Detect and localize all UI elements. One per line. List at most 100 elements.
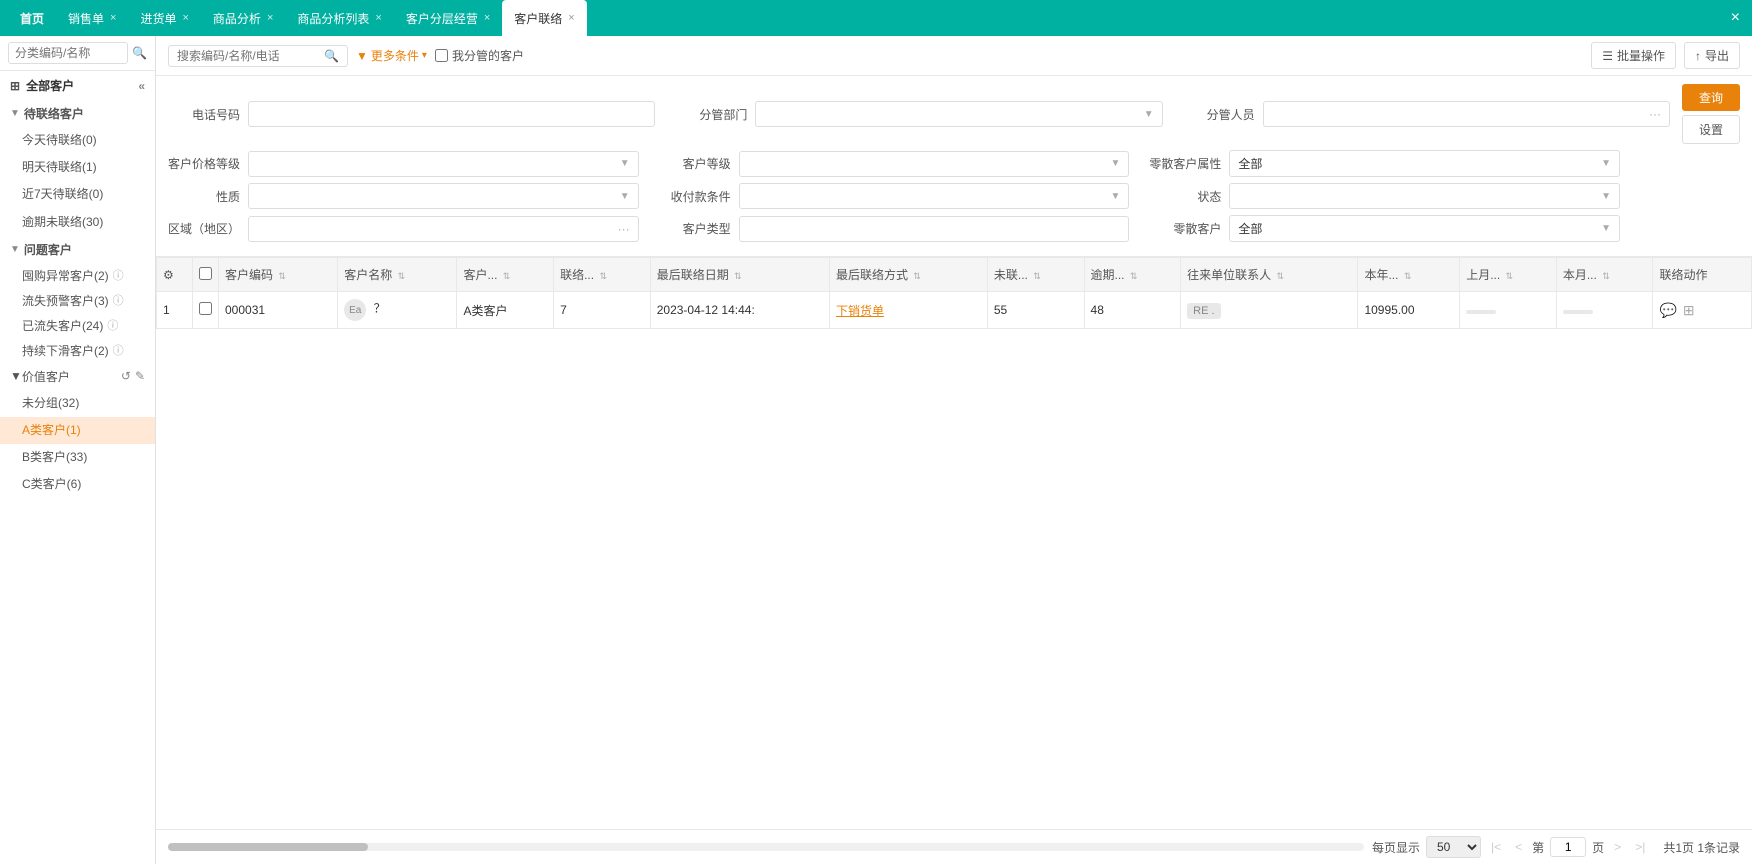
sidebar-item-today[interactable]: 今天待联络(0) [0,127,155,154]
refresh-icon[interactable]: ↺ [121,369,131,383]
horizontal-scrollbar-thumb[interactable] [168,843,368,851]
edit-icon[interactable]: ✎ [135,369,145,383]
name-sort-icon[interactable]: ⇅ [398,271,406,281]
retail-attr-dropdown[interactable]: 全部 ▼ [1229,150,1620,177]
col-code: 客户编码 ⇅ [219,258,338,292]
query-button[interactable]: 查询 [1682,84,1740,111]
value-group-icons: ↺ ✎ [121,369,145,383]
code-sort-icon[interactable]: ⇅ [278,271,286,281]
region-input[interactable]: ··· [248,216,639,242]
retail-dropdown[interactable]: 全部 ▼ [1229,215,1620,242]
my-customers-checkbox-container[interactable]: 我分管的客户 [435,47,524,64]
person-input[interactable]: ··· [1263,101,1670,127]
window-close-button[interactable]: × [1727,5,1744,31]
row-current-month [1556,292,1653,329]
uncontacted-sort-icon[interactable]: ⇅ [1033,271,1041,281]
contact-person-sort-icon[interactable]: ⇅ [1277,271,1285,281]
sidebar-search-input[interactable] [8,42,128,64]
nav-sales-close[interactable]: × [110,12,116,24]
my-customers-label: 我分管的客户 [452,47,524,64]
per-page-select[interactable]: 50 20 100 [1426,836,1481,858]
sidebar-collapse-icon[interactable]: « [138,79,145,93]
sidebar-all-customers[interactable]: ⊞ 全部客户 « [0,71,155,100]
customer-grade-dropdown[interactable]: ▼ [739,151,1130,177]
sidebar-item-class-b[interactable]: B类客户(33) [0,444,155,471]
nav-product-analysis-close[interactable]: × [267,12,273,24]
nav-sales[interactable]: 销售单 × [56,0,128,36]
phone-input[interactable] [248,101,655,127]
adv-actions: 查询 设置 [1682,84,1740,144]
adv-field-payment: 收付款条件 ▼ [659,183,1130,209]
price-grade-dropdown[interactable]: ▼ [248,151,639,177]
nav-home[interactable]: 首页 [8,0,56,36]
sidebar-item-class-a[interactable]: A类客户(1) [0,417,155,444]
page-label: 第 [1532,839,1544,856]
last-page-button[interactable]: >| [1631,838,1649,856]
nav-purchase[interactable]: 进货单 × [128,0,200,36]
status-dropdown[interactable]: ▼ [1229,183,1620,209]
sidebar-item-hoarding[interactable]: 囤购异常客户(2) ⓘ [0,263,155,288]
my-customers-checkbox[interactable] [435,49,448,62]
nav-product-analysis[interactable]: 商品分析 × [201,0,285,36]
sidebar-item-7days[interactable]: 近7天待联络(0) [0,181,155,208]
column-settings-icon[interactable]: ⚙ [163,268,174,282]
sidebar-item-churned[interactable]: 已流失客户(24) ⓘ [0,313,155,338]
sidebar-item-tomorrow[interactable]: 明天待联络(1) [0,154,155,181]
batch-operation-button[interactable]: ☰ 批量操作 [1591,42,1676,69]
first-page-button[interactable]: |< [1487,838,1505,856]
value-triangle-icon: ▼ [10,369,22,383]
payment-dropdown[interactable]: ▼ [739,183,1130,209]
qr-action-icon[interactable]: ⊞ [1683,302,1695,319]
row-checkbox[interactable] [199,302,212,315]
prev-page-button[interactable]: < [1511,838,1526,856]
row-actions: 💬 ⊞ [1653,292,1752,329]
nav-customer-tier-close[interactable]: × [484,12,490,24]
sidebar-item-class-c[interactable]: C类客户(6) [0,471,155,498]
row-seq: 1 [157,292,193,329]
filter-search-icon[interactable]: 🔍 [324,49,339,63]
adv-field-person: 分管人员 ··· [1183,101,1670,127]
overdue-sort-icon[interactable]: ⇅ [1130,271,1138,281]
filter-search-input[interactable] [177,49,320,63]
nav-product-list[interactable]: 商品分析列表 × [285,0,393,36]
more-filters-label: 更多条件 [371,47,419,64]
more-filters-button[interactable]: ▼ 更多条件 ▾ [356,47,427,64]
sidebar-item-ungrouped[interactable]: 未分组(32) [0,390,155,417]
type-sort-icon[interactable]: ⇅ [503,271,511,281]
next-page-button[interactable]: > [1610,838,1625,856]
customer-type-input[interactable] [739,216,1130,242]
sidebar-group-value[interactable]: ▼ 价值客户 ↺ ✎ [0,363,155,390]
nav-product-list-close[interactable]: × [375,12,381,24]
col-last-contact-date: 最后联络日期 ⇅ [650,258,829,292]
current-year-sort-icon[interactable]: ⇅ [1404,271,1412,281]
nav-customer-contact-close[interactable]: × [568,12,574,24]
settings-button[interactable]: 设置 [1682,115,1740,144]
export-button[interactable]: ↑ 导出 [1684,42,1740,69]
sidebar-item-declining[interactable]: 持续下滑客户(2) ⓘ [0,338,155,363]
current-month-sort-icon[interactable]: ⇅ [1602,271,1610,281]
person-label: 分管人员 [1183,106,1263,123]
nav-customer-tier[interactable]: 客户分层经营 × [394,0,502,36]
last-method-sort-icon[interactable]: ⇅ [913,271,921,281]
last-contact-method-link[interactable]: 下销货单 [836,304,884,318]
sidebar-item-overdue-uncontacted[interactable]: 逾期未联络(30) [0,209,155,236]
row-contact-person: RE . [1181,292,1358,329]
last-date-sort-icon[interactable]: ⇅ [734,271,742,281]
dept-label: 分管部门 [675,106,755,123]
row-last-contact-method: 下销货单 [829,292,987,329]
page-of-label: 页 [1592,839,1604,856]
select-all-checkbox[interactable] [199,267,212,280]
dept-dropdown[interactable]: ▼ [755,101,1162,127]
nature-dropdown[interactable]: ▼ [248,183,639,209]
page-number-input[interactable] [1550,837,1586,857]
nav-purchase-close[interactable]: × [182,12,188,24]
last-month-sort-icon[interactable]: ⇅ [1506,271,1514,281]
chat-action-icon[interactable]: 💬 [1659,302,1676,319]
retail-label: 零散客户 [1149,220,1229,237]
sidebar-group-pending[interactable]: ▼ 待联络客户 [0,100,155,127]
contact-count-sort-icon[interactable]: ⇅ [599,271,607,281]
sidebar-item-churn-warning[interactable]: 流失预警客户(3) ⓘ [0,288,155,313]
sidebar-search-icon[interactable]: 🔍 [132,46,147,60]
nav-customer-contact[interactable]: 客户联络 × [502,0,586,36]
sidebar-group-problem[interactable]: ▼ 问题客户 [0,236,155,263]
